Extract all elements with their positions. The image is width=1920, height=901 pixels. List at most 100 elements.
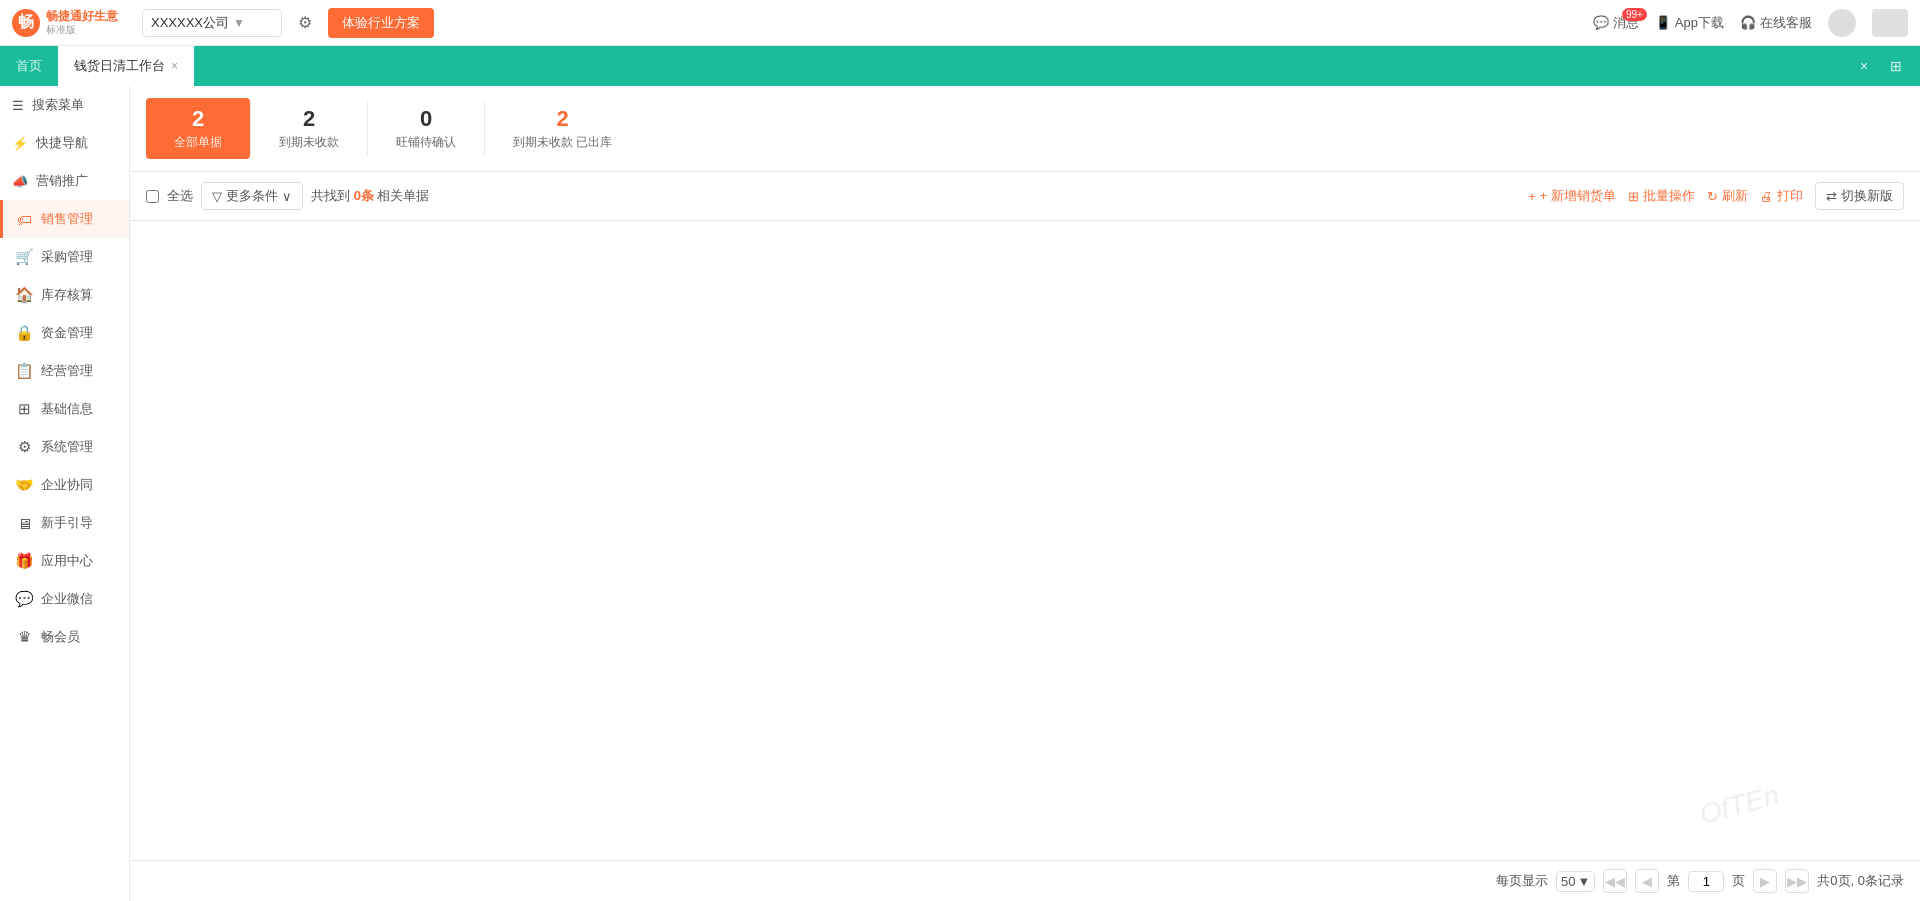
per-page-value: 50 [1561,874,1575,889]
sidebar-item-inventory[interactable]: 🏠 库存核算 [0,276,129,314]
sidebar-item-member[interactable]: ♛ 畅会员 [0,618,129,656]
sidebar-item-corp-wechat[interactable]: 💬 企业微信 [0,580,129,618]
tab-expand-btn[interactable]: ⊞ [1884,54,1908,78]
enterprise-icon: 🤝 [15,476,33,494]
settings-icon: ⚙ [298,13,312,32]
sidebar-search-label: 搜索菜单 [32,96,84,114]
logo-icon: 畅 [12,9,40,37]
prev-page-icon: ◀ [1642,874,1652,889]
logo-area: 畅 畅捷通好生意 标准版 [12,9,142,37]
marketing-icon: 📣 [12,174,28,189]
message-action[interactable]: 💬 消息 99+ [1593,14,1639,32]
sidebar-marketing[interactable]: 📣 营销推广 [0,162,129,200]
pagination-bar: 每页显示 50 ▼ ◀◀ ◀ 第 页 ▶ ▶▶ 共0页, 0条记录 [130,860,1920,901]
next-page-btn[interactable]: ▶ [1753,869,1777,893]
nav-tabs-actions: × ⊞ [1852,54,1920,78]
tab-work[interactable]: 钱货日清工作台 × [58,46,194,86]
header-right: 💬 消息 99+ 📱 App下载 🎧 在线客服 [1593,9,1908,37]
avatar-extra[interactable] [1872,9,1908,37]
sidebar-item-system[interactable]: ⚙ 系统管理 [0,428,129,466]
sidebar-search[interactable]: ☰ 搜索菜单 [0,86,129,124]
batch-icon: ⊞ [1628,189,1639,204]
tab-home[interactable]: 首页 [0,46,58,86]
refresh-icon: ↻ [1707,189,1718,204]
trial-button[interactable]: 体验行业方案 [328,8,434,38]
avatar[interactable] [1828,9,1856,37]
app-icon: 📱 [1655,15,1671,30]
per-page-select[interactable]: 50 ▼ [1556,871,1595,892]
logo-sub: 标准版 [46,24,118,36]
stats-row: 2 全部单据 2 到期未收款 0 旺铺待确认 2 到期未收款 已出库 [130,86,1920,172]
sidebar-item-new-guide[interactable]: 🖥 新手引导 [0,504,129,542]
add-sales-btn[interactable]: + + 新增销货单 [1528,187,1616,205]
stat-wangpu-label: 旺铺待确认 [396,134,456,151]
first-page-btn[interactable]: ◀◀ [1603,869,1627,893]
switch-btn[interactable]: ⇄ 切换新版 [1815,182,1904,210]
stat-wangpu[interactable]: 0 旺铺待确认 [368,98,484,159]
sidebar-new-guide-label: 新手引导 [41,514,93,532]
switch-label: 切换新版 [1841,187,1893,205]
stat-due-out[interactable]: 2 到期未收款 已出库 [485,98,640,159]
add-icon: + [1528,189,1536,204]
batch-btn[interactable]: ⊞ 批量操作 [1628,187,1695,205]
refresh-btn[interactable]: ↻ 刷新 [1707,187,1748,205]
filter-icon: ▽ [212,189,222,204]
stat-due-count: 2 [303,106,315,132]
purchase-icon: 🛒 [15,248,33,266]
sales-icon: 🏷 [15,211,33,228]
message-icon: 💬 [1593,15,1609,30]
filter-label: 更多条件 [226,187,278,205]
sidebar-item-capital[interactable]: 🔒 资金管理 [0,314,129,352]
member-icon: ♛ [15,628,33,646]
found-prefix: 共找到 [311,188,350,203]
content-area: 2 全部单据 2 到期未收款 0 旺铺待确认 2 到期未收款 已出库 全选 [130,86,1920,901]
add-label: + 新增销货单 [1540,187,1616,205]
print-label: 打印 [1777,187,1803,205]
page-unit: 页 [1732,872,1745,890]
logo-main: 畅捷通好生意 [46,9,118,23]
sidebar-item-operations[interactable]: 📋 经营管理 [0,352,129,390]
sidebar-item-app-center[interactable]: 🎁 应用中心 [0,542,129,580]
page-number-input[interactable] [1688,871,1724,892]
capital-icon: 🔒 [15,324,33,342]
sidebar-purchase-label: 采购管理 [41,248,93,266]
system-icon: ⚙ [15,438,33,456]
app-download-action[interactable]: 📱 App下载 [1655,14,1724,32]
prev-page-btn[interactable]: ◀ [1635,869,1659,893]
stat-due-label: 到期未收款 [279,134,339,151]
online-service-action[interactable]: 🎧 在线客服 [1740,14,1812,32]
filter-button[interactable]: ▽ 更多条件 ∨ [201,182,303,210]
sidebar-basic-info-label: 基础信息 [41,400,93,418]
last-page-icon: ▶▶ [1787,874,1807,889]
stat-all[interactable]: 2 全部单据 [146,98,250,159]
toolbar: 全选 ▽ 更多条件 ∨ 共找到 0条 相关单据 + + 新增销货单 ⊞ 批量操作 [130,172,1920,221]
sidebar-capital-label: 资金管理 [41,324,93,342]
sidebar-item-basic-info[interactable]: ⊞ 基础信息 [0,390,129,428]
stat-due[interactable]: 2 到期未收款 [251,98,367,159]
search-icon: ☰ [12,98,24,113]
sidebar-item-sales[interactable]: 🏷 销售管理 [0,200,129,238]
sidebar-enterprise-label: 企业协同 [41,476,93,494]
last-page-btn[interactable]: ▶▶ [1785,869,1809,893]
sidebar-app-center-label: 应用中心 [41,552,93,570]
print-btn[interactable]: 🖨 打印 [1760,187,1803,205]
per-page-chevron: ▼ [1577,874,1590,889]
app-center-icon: 🎁 [15,552,33,570]
sidebar: ☰ 搜索菜单 ⚡ 快捷导航 📣 营销推广 🏷 销售管理 🛒 采购管理 🏠 库存核… [0,86,130,901]
sidebar-item-purchase[interactable]: 🛒 采购管理 [0,238,129,276]
tab-collapse-btn[interactable]: × [1852,54,1876,78]
sidebar-member-label: 畅会员 [41,628,80,646]
sidebar-quick-nav[interactable]: ⚡ 快捷导航 [0,124,129,162]
switch-icon: ⇄ [1826,189,1837,204]
settings-icon-btn[interactable]: ⚙ [290,8,320,38]
wechat-icon: 💬 [15,590,33,608]
tab-close-icon[interactable]: × [171,59,178,73]
select-all-checkbox[interactable] [146,190,159,203]
next-page-icon: ▶ [1760,874,1770,889]
sidebar-item-enterprise[interactable]: 🤝 企业协同 [0,466,129,504]
nav-tabs: 首页 钱货日清工作台 × × ⊞ [0,46,1920,86]
company-selector[interactable]: XXXXXX公司 ▼ [142,9,282,37]
found-suffix: 相关单据 [377,188,429,203]
tab-home-label: 首页 [16,57,42,75]
tab-work-label: 钱货日清工作台 [74,57,165,75]
